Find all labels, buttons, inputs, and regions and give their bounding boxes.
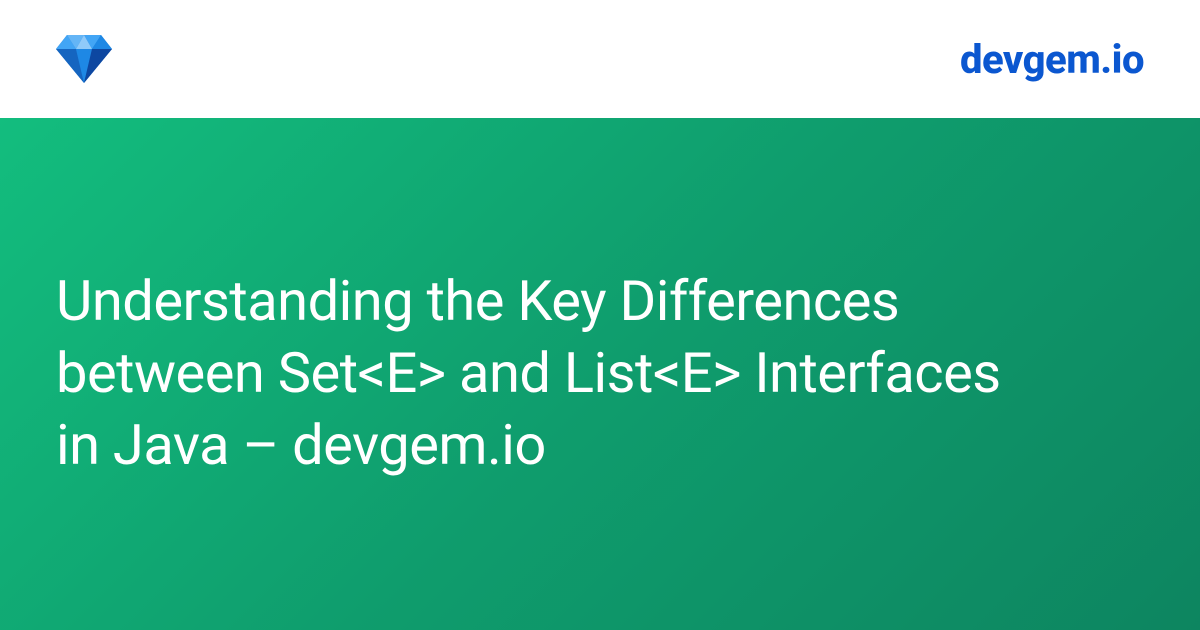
header: devgem.io [0,0,1200,118]
page-title: Understanding the Key Differences betwee… [56,266,1056,481]
gem-icon [56,31,112,87]
brand-name: devgem.io [960,36,1144,83]
hero-banner: Understanding the Key Differences betwee… [0,118,1200,630]
